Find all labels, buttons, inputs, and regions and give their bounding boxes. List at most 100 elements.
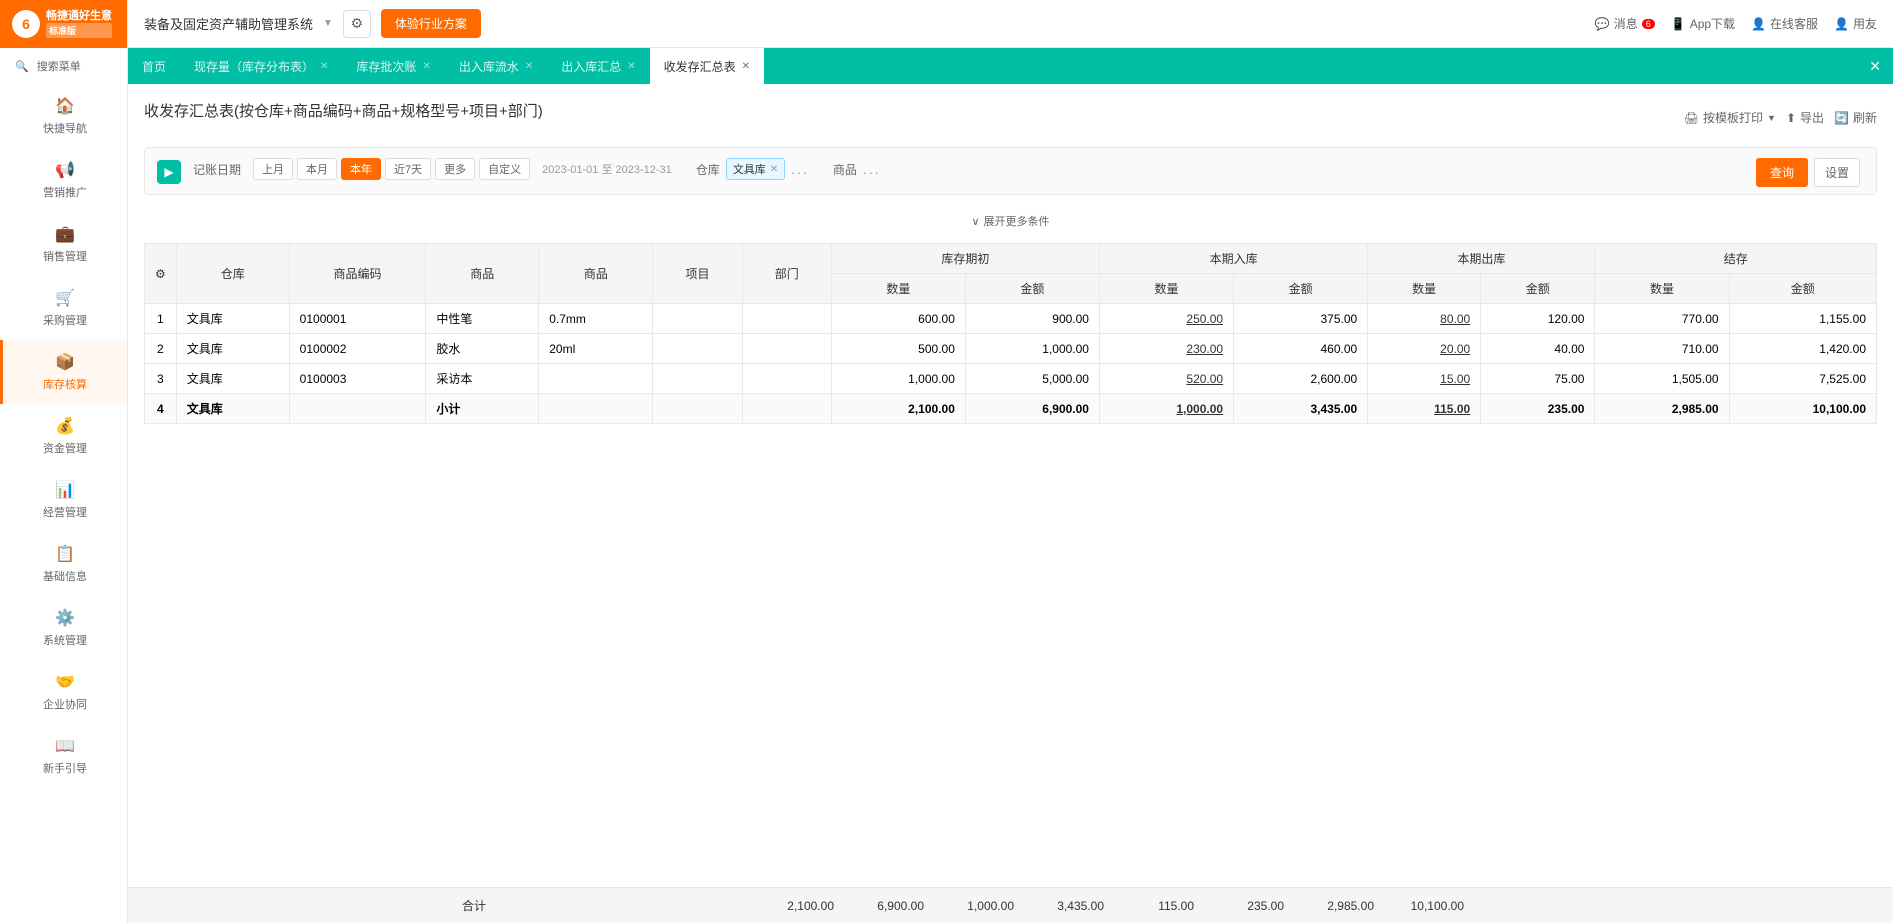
row-in-qty: 1,000.00 — [1099, 394, 1233, 424]
online-service-item[interactable]: 👤 在线客服 — [1751, 15, 1818, 32]
sidebar-item-purchase[interactable]: 🛒 采购管理 — [0, 276, 127, 340]
gear-button[interactable]: ⚙ — [343, 10, 371, 38]
sidebar: 6 畅捷通好生意 标准版 🔍 搜索菜单 🏠 快捷导航 📢 营销推广 💼 销售管理… — [0, 0, 128, 923]
tab-flow[interactable]: 出入库流水 ✕ — [445, 48, 547, 84]
footer-bar: 合计 2,100.00 6,900.00 1,000.00 3,435.00 1… — [128, 887, 1893, 923]
query-button[interactable]: 查询 — [1756, 158, 1808, 187]
tab-summary[interactable]: 出入库汇总 ✕ — [547, 48, 649, 84]
expand-button[interactable]: ∨ 展开更多条件 — [971, 213, 1049, 229]
export-button[interactable]: ⬆ 导出 — [1786, 109, 1824, 126]
date-btn-last-month[interactable]: 上月 — [253, 158, 293, 180]
close-all-tabs[interactable]: ✕ — [1857, 58, 1893, 75]
sidebar-item-label: 营销推广 — [43, 184, 87, 200]
tab-batch-label: 库存批次账 — [356, 58, 416, 75]
sidebar-item-system[interactable]: ⚙️ 系统管理 — [0, 596, 127, 660]
th-goods-name: 商品 — [426, 244, 539, 304]
tab-close-icon[interactable]: ✕ — [320, 61, 328, 72]
sidebar-item-operations[interactable]: 📊 经营管理 — [0, 468, 127, 532]
row-code: 0100001 — [289, 304, 426, 334]
sidebar-item-marketing[interactable]: 📢 营销推广 — [0, 148, 127, 212]
row-name: 采访本 — [426, 364, 539, 394]
row-bal-amt: 10,100.00 — [1729, 394, 1876, 424]
set-button[interactable]: 设置 — [1814, 158, 1860, 187]
th-project: 项目 — [653, 244, 742, 304]
user-item[interactable]: 👤 用友 — [1834, 15, 1877, 32]
tab-close-icon[interactable]: ✕ — [742, 61, 750, 72]
print-chevron-icon: ▼ — [1767, 113, 1776, 123]
row-dept — [742, 334, 831, 364]
app-download-item[interactable]: 📱 App下载 — [1671, 15, 1735, 32]
sidebar-item-shortcut[interactable]: 🏠 快捷导航 — [0, 84, 127, 148]
tab-close-icon[interactable]: ✕ — [525, 61, 533, 72]
warehouse-tag-close-icon[interactable]: ✕ — [770, 164, 778, 175]
row-out-amt: 235.00 — [1481, 394, 1595, 424]
row-in-qty[interactable]: 230.00 — [1099, 334, 1233, 364]
row-out-qty[interactable]: 15.00 — [1368, 364, 1481, 394]
footer-bal-qty: 2,985.00 — [1284, 899, 1374, 913]
date-btn-more[interactable]: 更多 — [435, 158, 475, 180]
row-dept — [742, 304, 831, 334]
message-item[interactable]: 💬 消息 6 — [1595, 15, 1655, 32]
sidebar-item-label: 销售管理 — [43, 248, 87, 264]
table-row: 4 — [145, 394, 177, 424]
app-name: 畅捷通好生意 — [46, 10, 112, 23]
warehouse-tag-text: 文具库 — [733, 161, 766, 177]
th-in: 本期入库 — [1099, 244, 1367, 274]
row-project — [653, 334, 742, 364]
footer-bal-amt: 10,100.00 — [1374, 899, 1464, 913]
date-btn-this-month[interactable]: 本月 — [297, 158, 337, 180]
row-code — [289, 394, 426, 424]
app-download-icon: 📱 — [1671, 17, 1686, 31]
refresh-button[interactable]: 🔄 刷新 — [1834, 109, 1877, 126]
warehouse-tag[interactable]: 文具库 ✕ — [726, 158, 785, 180]
row-out-qty[interactable]: 80.00 — [1368, 304, 1481, 334]
row-out-amt: 40.00 — [1481, 334, 1595, 364]
tab-home[interactable]: 首页 — [128, 48, 180, 84]
sidebar-item-label: 快捷导航 — [43, 120, 87, 136]
row-out-qty[interactable]: 20.00 — [1368, 334, 1481, 364]
date-btn-this-year[interactable]: 本年 — [341, 158, 381, 180]
tab-flow-label: 出入库流水 — [459, 58, 519, 75]
date-btn-7days[interactable]: 近7天 — [385, 158, 431, 180]
goods-dots[interactable]: ... — [863, 161, 881, 177]
row-in-amt: 3,435.00 — [1234, 394, 1368, 424]
tab-close-icon[interactable]: ✕ — [627, 61, 635, 72]
row-in-amt: 375.00 — [1234, 304, 1368, 334]
sidebar-item-collab[interactable]: 🤝 企业协同 — [0, 660, 127, 724]
expand-label: 展开更多条件 — [984, 213, 1050, 229]
dropdown-arrow[interactable]: ▼ — [323, 18, 333, 29]
row-bal-amt: 7,525.00 — [1729, 364, 1876, 394]
online-service-label: 在线客服 — [1770, 15, 1818, 32]
sidebar-item-base-info[interactable]: 📋 基础信息 — [0, 532, 127, 596]
th-in-amt: 金额 — [1234, 274, 1368, 304]
sidebar-item-guide[interactable]: 📖 新手引导 — [0, 724, 127, 788]
sidebar-item-finance[interactable]: 💰 资金管理 — [0, 404, 127, 468]
user-name: 用友 — [1853, 15, 1877, 32]
date-btn-custom[interactable]: 自定义 — [479, 158, 530, 180]
tab-receive-send[interactable]: 收发存汇总表 ✕ — [650, 48, 764, 84]
sidebar-item-sales[interactable]: 💼 销售管理 — [0, 212, 127, 276]
tab-batch[interactable]: 库存批次账 ✕ — [342, 48, 444, 84]
print-button[interactable]: 🖨 按模板打印 ▼ — [1684, 109, 1776, 126]
row-bal-qty: 710.00 — [1595, 334, 1729, 364]
warehouse-dots[interactable]: ... — [791, 161, 809, 177]
row-in-qty[interactable]: 520.00 — [1099, 364, 1233, 394]
sidebar-item-inventory[interactable]: 📦 库存核算 — [0, 340, 127, 404]
col-settings-icon[interactable]: ⚙ — [155, 267, 166, 281]
trial-button[interactable]: 体验行业方案 — [381, 9, 481, 38]
row-name: 小计 — [426, 394, 539, 424]
search-menu-item[interactable]: 🔍 搜索菜单 — [0, 48, 127, 84]
footer-out-qty: 115.00 — [1104, 899, 1194, 913]
purchase-icon: 🛒 — [55, 288, 75, 308]
th-settings[interactable]: ⚙ — [145, 244, 177, 304]
tab-close-icon[interactable]: ✕ — [422, 61, 430, 72]
tab-inventory-dist[interactable]: 现存量（库存分布表） ✕ — [180, 48, 342, 84]
filter-toggle[interactable]: ▶ — [157, 160, 181, 184]
data-table: ⚙ 仓库 商品编码 商品 商品 项目 部门 库存期初 本期入库 本期出库 结存 … — [144, 243, 1877, 424]
system-title: 装备及固定资产辅助管理系统 — [144, 14, 313, 33]
th-out: 本期出库 — [1368, 244, 1595, 274]
th-warehouse: 仓库 — [176, 244, 289, 304]
app-download-label: App下载 — [1690, 15, 1735, 32]
system-icon: ⚙️ — [55, 608, 75, 628]
row-in-qty[interactable]: 250.00 — [1099, 304, 1233, 334]
